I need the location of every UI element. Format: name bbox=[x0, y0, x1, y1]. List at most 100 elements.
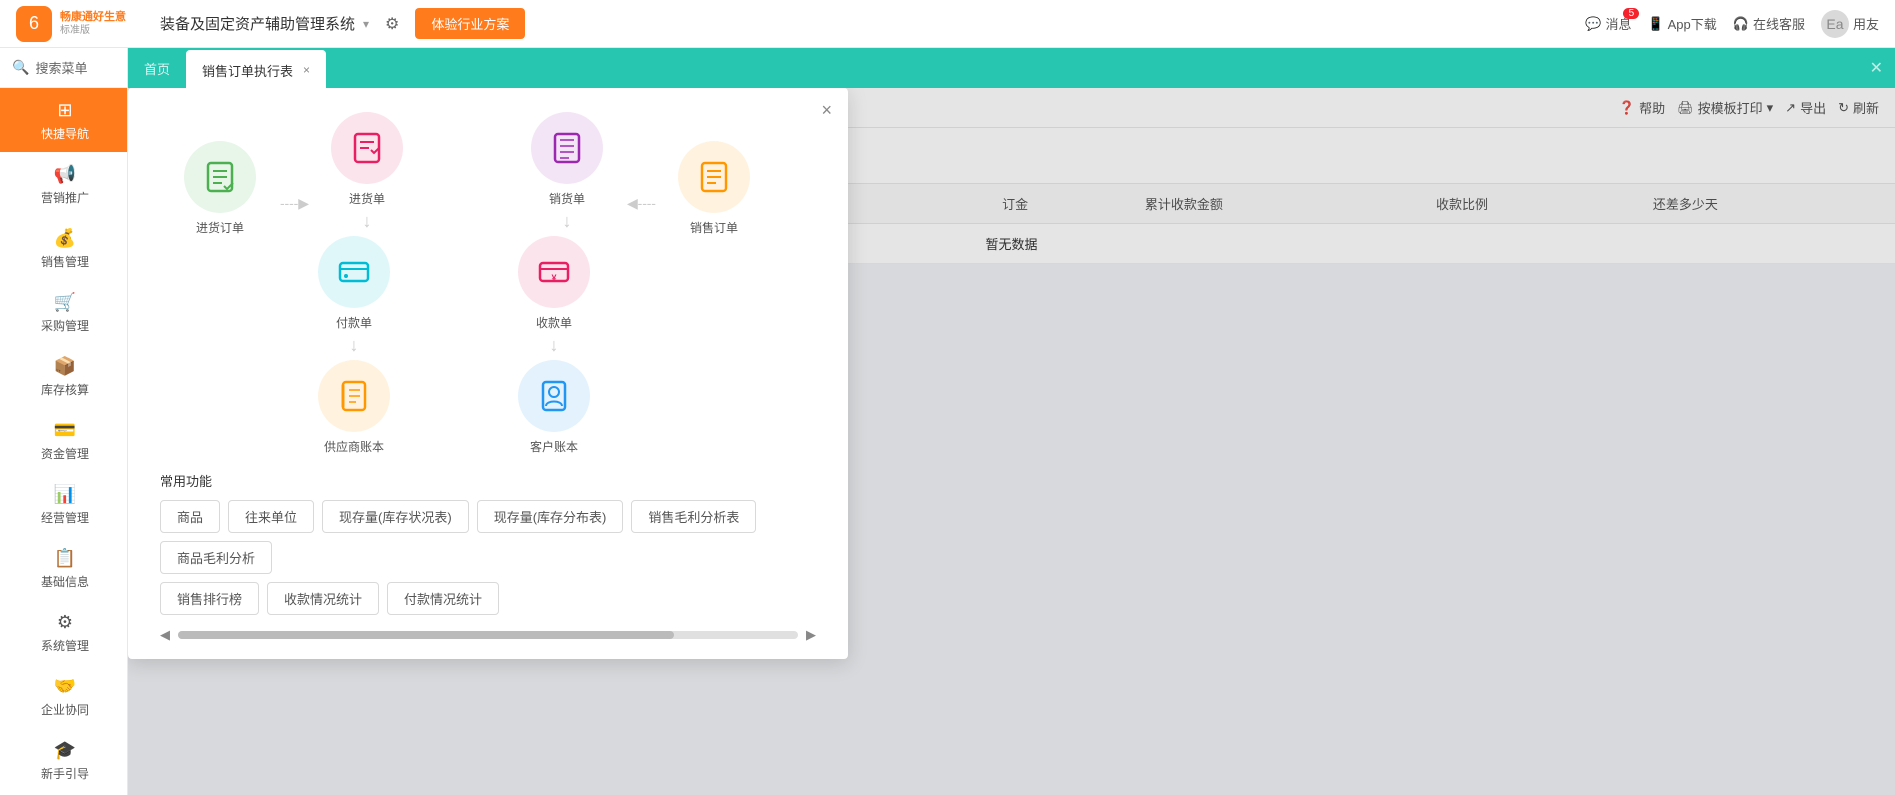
scroll-area: ◀ ▶ bbox=[160, 627, 816, 643]
enterprise-icon: 🤝 bbox=[54, 676, 76, 697]
sidebar-item-label-sales: 销售管理 bbox=[41, 253, 89, 270]
tab-close-icon[interactable]: × bbox=[303, 63, 310, 77]
scroll-left-btn[interactable]: ◀ bbox=[160, 627, 170, 643]
app-download-btn[interactable]: 📱 App下载 bbox=[1647, 14, 1716, 33]
common-btn-sales-rank[interactable]: 销售排行榜 bbox=[160, 582, 259, 615]
logo-line1: 畅康通好生意 bbox=[60, 10, 126, 24]
app-icon: 📱 bbox=[1647, 16, 1663, 32]
online-service-btn[interactable]: 🎧 在线客服 bbox=[1733, 14, 1805, 33]
sidebar-item-label-basic-info: 基础信息 bbox=[41, 573, 89, 590]
sidebar-item-basic-info[interactable]: 📋 基础信息 bbox=[0, 536, 127, 600]
marketing-icon: 📢 bbox=[54, 164, 76, 185]
user-area[interactable]: Ea 用友 bbox=[1821, 10, 1879, 38]
sales-icon: 💰 bbox=[54, 228, 76, 249]
scroll-thumb[interactable] bbox=[178, 631, 674, 639]
sales-bill-label: 销货单 bbox=[549, 190, 585, 207]
purchase-bill-icon bbox=[331, 112, 403, 184]
sidebar-item-label-system: 系统管理 bbox=[41, 637, 89, 654]
sidebar-item-purchase[interactable]: 🛒 采购管理 bbox=[0, 280, 127, 344]
newbie-icon: 🎓 bbox=[54, 740, 76, 761]
sidebar-item-label-marketing: 营销推广 bbox=[41, 189, 89, 206]
content-area: 首页 销售订单执行表 × ✕ ❓ 帮助 bbox=[128, 48, 1895, 795]
sidebar-search-label: 搜索菜单 bbox=[35, 58, 87, 77]
flow-node-payment-bill[interactable]: 付款单 bbox=[294, 236, 414, 331]
receipt-bill-label: 收款单 bbox=[536, 314, 572, 331]
basic-info-icon: 📋 bbox=[54, 548, 76, 569]
scroll-track[interactable] bbox=[178, 631, 798, 639]
logo-icon: 6 bbox=[16, 6, 52, 42]
sidebar-item-label-enterprise: 企业协同 bbox=[41, 701, 89, 718]
logo-text: 畅康通好生意 标准版 bbox=[60, 10, 126, 37]
flow-node-receipt-bill[interactable]: ¥ 收款单 bbox=[494, 236, 614, 331]
system-dropdown-icon[interactable]: ▾ bbox=[363, 17, 369, 31]
search-icon: 🔍 bbox=[12, 59, 29, 76]
common-btn-contacts[interactable]: 往来单位 bbox=[228, 500, 314, 533]
scroll-right-btn[interactable]: ▶ bbox=[806, 627, 816, 643]
flow-node-sales-order[interactable]: 销售订单 bbox=[654, 141, 774, 236]
message-icon: 💬 bbox=[1585, 16, 1601, 32]
sidebar-item-finance[interactable]: 💳 资金管理 bbox=[0, 408, 127, 472]
flow-node-purchase-bill[interactable]: 进货单 bbox=[307, 112, 427, 207]
sidebar-item-label-inventory: 库存核算 bbox=[41, 381, 89, 398]
receipt-bill-icon: ¥ bbox=[518, 236, 590, 308]
sidebar-item-system[interactable]: ⚙ 系统管理 bbox=[0, 600, 127, 664]
tab-home[interactable]: 首页 bbox=[128, 48, 186, 88]
sidebar-item-label-newbie: 新手引导 bbox=[41, 765, 89, 782]
message-btn[interactable]: 💬 消息 5 bbox=[1585, 14, 1631, 33]
tab-bar: 首页 销售订单执行表 × ✕ bbox=[128, 48, 1895, 88]
common-btn-sales-gross[interactable]: 销售毛利分析表 bbox=[631, 500, 756, 533]
common-btn-payment-stats[interactable]: 付款情况统计 bbox=[387, 582, 499, 615]
top-right-area: 💬 消息 5 📱 App下载 🎧 在线客服 Ea 用友 bbox=[1585, 10, 1879, 38]
main-area: 🔍 搜索菜单 ⊞ 快捷导航 📢 营销推广 💰 销售管理 🛒 采购管理 📦 bbox=[0, 48, 1895, 795]
supplier-ledger-label: 供应商账本 bbox=[324, 438, 384, 455]
sidebar-item-label-operations: 经营管理 bbox=[41, 509, 89, 526]
sidebar-item-marketing[interactable]: 📢 营销推广 bbox=[0, 152, 127, 216]
sidebar-item-inventory[interactable]: 📦 库存核算 bbox=[0, 344, 127, 408]
sales-bill-icon bbox=[531, 112, 603, 184]
online-service-label: 在线客服 bbox=[1753, 14, 1805, 33]
sidebar-item-newbie[interactable]: 🎓 新手引导 bbox=[0, 728, 127, 792]
sidebar-item-label-purchase: 采购管理 bbox=[41, 317, 89, 334]
sidebar-item-enterprise[interactable]: 🤝 企业协同 bbox=[0, 664, 127, 728]
common-btn-stock-distribution[interactable]: 现存量(库存分布表) bbox=[477, 500, 624, 533]
sidebar-item-sales[interactable]: 💰 销售管理 bbox=[0, 216, 127, 280]
sales-order-label: 销售订单 bbox=[690, 219, 738, 236]
message-badge: 5 bbox=[1623, 8, 1639, 19]
tab-sales-order[interactable]: 销售订单执行表 × bbox=[186, 50, 326, 90]
avatar-text: Ea bbox=[1826, 16, 1843, 32]
experience-btn[interactable]: 体验行业方案 bbox=[415, 8, 525, 39]
logo-line2: 标准版 bbox=[60, 24, 126, 37]
inventory-icon: 📦 bbox=[54, 356, 76, 377]
flow-node-customer-ledger[interactable]: 客户账本 bbox=[494, 360, 614, 455]
service-icon: 🎧 bbox=[1733, 16, 1749, 32]
popup-close-btn[interactable]: × bbox=[821, 100, 832, 121]
sidebar-item-operations[interactable]: 📊 经营管理 bbox=[0, 472, 127, 536]
flow-node-sales-bill[interactable]: 销货单 bbox=[507, 112, 627, 207]
sidebar-search[interactable]: 🔍 搜索菜单 bbox=[0, 48, 127, 88]
common-btns-row1: 商品 往来单位 现存量(库存状况表) 现存量(库存分布表) 销售毛利分析表 商品… bbox=[160, 500, 816, 574]
purchase-bill-label: 进货单 bbox=[349, 190, 385, 207]
common-section: 常用功能 商品 往来单位 现存量(库存状况表) 现存量(库存分布表) 销售毛利分… bbox=[160, 471, 816, 615]
common-btn-product-gross[interactable]: 商品毛利分析 bbox=[160, 541, 272, 574]
flow-node-supplier-ledger[interactable]: 供应商账本 bbox=[294, 360, 414, 455]
svg-text:¥: ¥ bbox=[551, 273, 556, 283]
payment-bill-icon bbox=[318, 236, 390, 308]
popup-panel: × 进货订单 bbox=[128, 88, 848, 659]
system-name-area: 装备及固定资产辅助管理系统 ▾ ⚙ 体验行业方案 bbox=[160, 8, 1585, 39]
common-btn-product[interactable]: 商品 bbox=[160, 500, 220, 533]
common-btn-stock-status[interactable]: 现存量(库存状况表) bbox=[322, 500, 469, 533]
customer-ledger-label: 客户账本 bbox=[530, 438, 578, 455]
finance-icon: 💳 bbox=[54, 420, 76, 441]
sidebar-item-quick-nav[interactable]: ⊞ 快捷导航 bbox=[0, 88, 127, 152]
sidebar-item-label-finance: 资金管理 bbox=[41, 445, 89, 462]
tab-sales-order-label: 销售订单执行表 bbox=[202, 61, 293, 80]
sidebar-item-label-quick: 快捷导航 bbox=[41, 125, 89, 142]
sidebar: 🔍 搜索菜单 ⊞ 快捷导航 📢 营销推广 💰 销售管理 🛒 采购管理 📦 bbox=[0, 48, 128, 795]
close-all-icon[interactable]: ✕ bbox=[1870, 60, 1883, 77]
gear-icon[interactable]: ⚙ bbox=[385, 14, 399, 34]
top-bar: 6 畅康通好生意 标准版 装备及固定资产辅助管理系统 ▾ ⚙ 体验行业方案 💬 … bbox=[0, 0, 1895, 48]
common-btn-receipt-stats[interactable]: 收款情况统计 bbox=[267, 582, 379, 615]
flow-node-purchase-order[interactable]: 进货订单 bbox=[160, 141, 280, 236]
customer-ledger-icon bbox=[518, 360, 590, 432]
user-name: 用友 bbox=[1853, 14, 1879, 33]
